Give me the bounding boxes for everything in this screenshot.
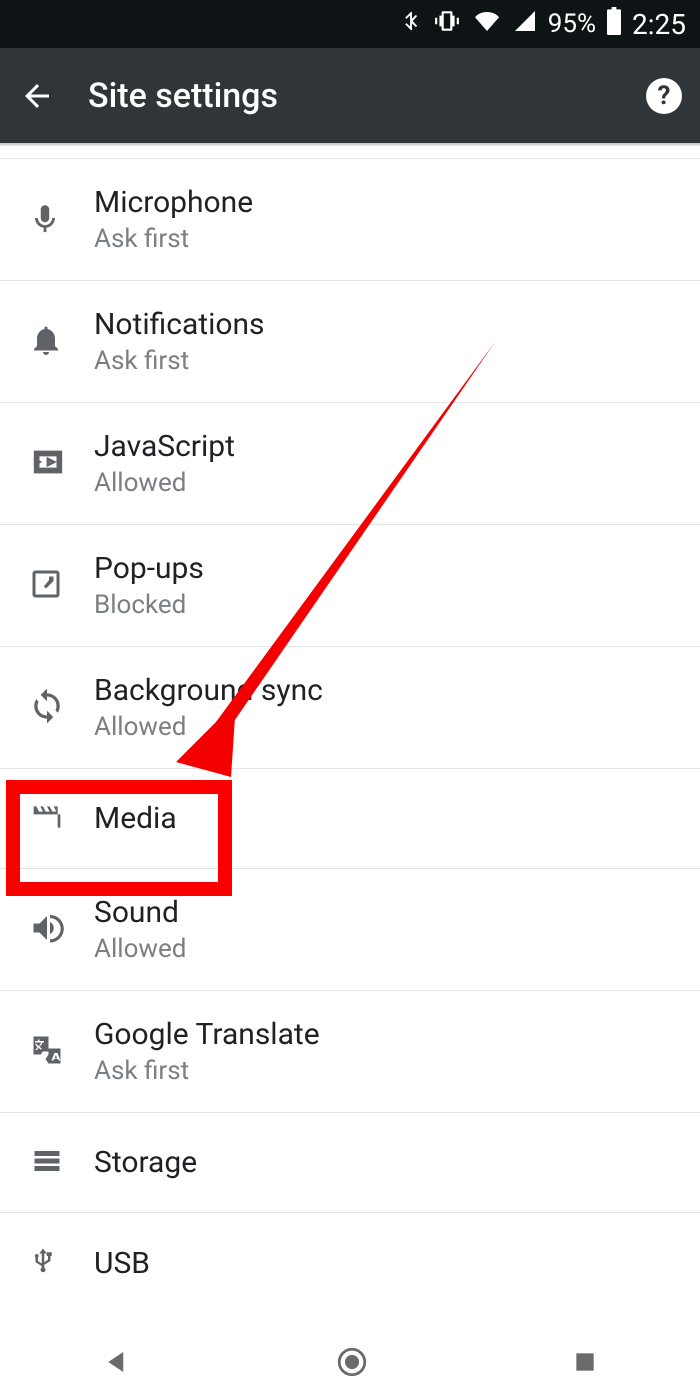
item-sub: Ask first: [94, 1056, 320, 1086]
item-sub: Blocked: [94, 590, 204, 620]
item-label: USB: [94, 1246, 150, 1281]
item-label: Pop-ups: [94, 551, 204, 586]
settings-item-usb[interactable]: USB: [0, 1213, 700, 1313]
popup-icon: [28, 566, 64, 606]
item-label: Media: [94, 801, 177, 836]
translate-icon: [28, 1032, 66, 1072]
settings-item-notifications[interactable]: Notifications Ask first: [0, 281, 700, 403]
signal-icon: [512, 9, 538, 40]
settings-item-javascript[interactable]: JavaScript Allowed: [0, 403, 700, 525]
nav-home-button[interactable]: [335, 1345, 369, 1383]
help-button[interactable]: ?: [646, 78, 682, 114]
item-label: Microphone: [94, 185, 253, 220]
usb-icon: [28, 1241, 58, 1285]
media-icon: [28, 801, 66, 837]
item-label: JavaScript: [94, 429, 235, 464]
settings-item-translate[interactable]: Google Translate Ask first: [0, 991, 700, 1113]
item-label: Sound: [94, 895, 186, 930]
page-title: Site settings: [88, 76, 614, 116]
storage-icon: [28, 1146, 66, 1180]
app-header: Site settings ?: [0, 48, 700, 143]
vibrate-icon: [432, 8, 462, 41]
javascript-icon: [28, 445, 68, 483]
wifi-icon: [472, 9, 502, 40]
settings-item-storage[interactable]: Storage: [0, 1113, 700, 1213]
item-label: Storage: [94, 1145, 197, 1180]
bell-icon: [28, 321, 64, 363]
settings-item-sound[interactable]: Sound Allowed: [0, 869, 700, 991]
item-sub: Allowed: [94, 468, 235, 498]
item-sub: Allowed: [94, 934, 186, 964]
battery-percent: 95%: [548, 9, 596, 39]
item-sub: Ask first: [94, 224, 253, 254]
settings-item-popups[interactable]: Pop-ups Blocked: [0, 525, 700, 647]
item-label: Notifications: [94, 307, 265, 342]
item-label: Google Translate: [94, 1017, 320, 1052]
system-navbar: [0, 1328, 700, 1400]
item-sub: Allowed: [94, 712, 323, 742]
nav-recents-button[interactable]: [572, 1349, 598, 1379]
settings-item-media[interactable]: Media: [0, 769, 700, 869]
statusbar: 95% 2:25: [0, 0, 700, 48]
settings-item-microphone[interactable]: Microphone Ask first: [0, 159, 700, 281]
nav-back-button[interactable]: [102, 1347, 132, 1381]
back-button[interactable]: [18, 77, 56, 115]
bluetooth-icon: [400, 7, 422, 42]
header-shadow: [0, 143, 700, 146]
item-sub: Ask first: [94, 346, 265, 376]
settings-list: Microphone Ask first Notifications Ask f…: [0, 158, 700, 1313]
clock: 2:25: [632, 8, 686, 41]
sound-icon: [28, 910, 66, 950]
battery-icon: [606, 7, 622, 42]
microphone-icon: [28, 198, 62, 242]
settings-item-background-sync[interactable]: Background sync Allowed: [0, 647, 700, 769]
item-label: Background sync: [94, 673, 323, 708]
sync-icon: [28, 687, 66, 729]
